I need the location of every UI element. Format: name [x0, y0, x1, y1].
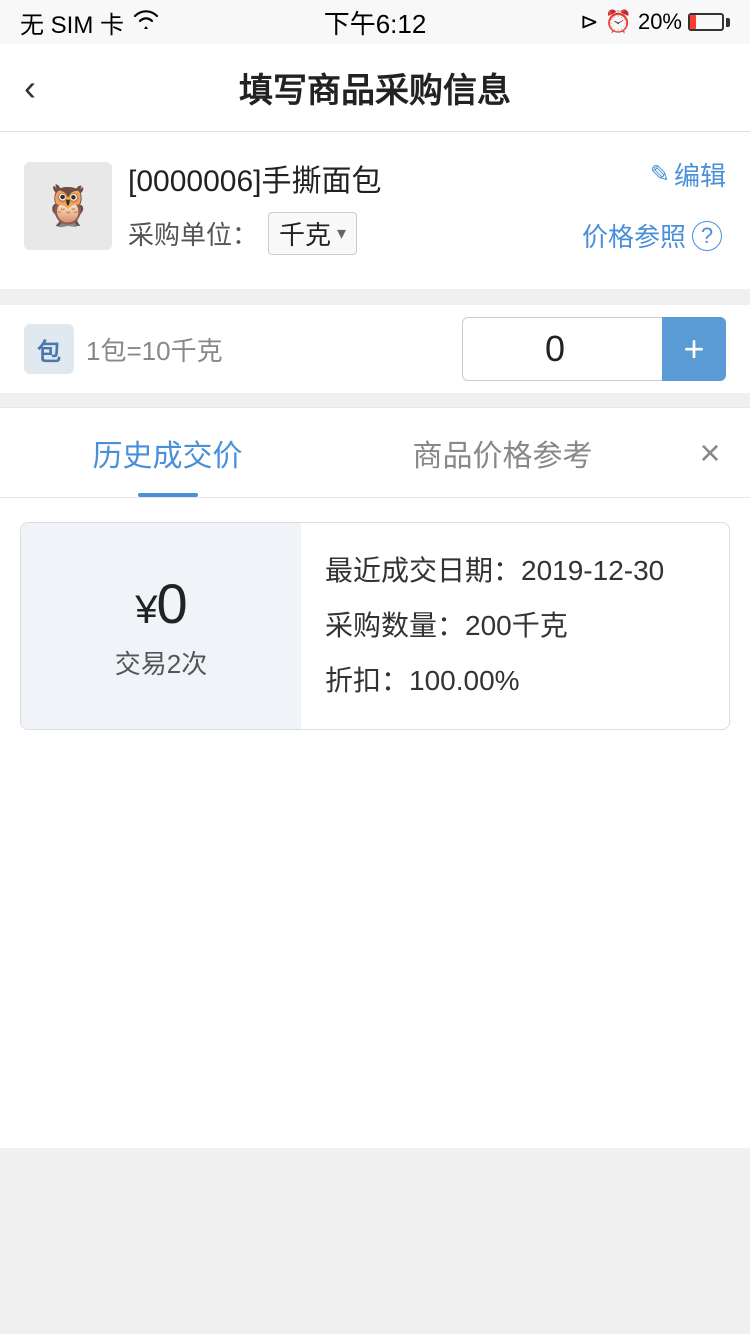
quantity-value: 200千克: [465, 610, 568, 641]
tabs-close-button[interactable]: ×: [670, 408, 750, 497]
price-ref-row: 价格参照 ?: [582, 217, 726, 254]
wifi-icon: [132, 8, 160, 37]
nav-bar: ‹ 填写商品采购信息: [0, 44, 750, 132]
price-ref-label: 价格参照: [582, 217, 686, 254]
battery-icon: [688, 13, 730, 31]
recent-date-label: 最近成交日期：: [325, 555, 521, 586]
status-left: 无 SIM 卡: [20, 5, 160, 40]
tab-history-label: 历史成交价: [93, 431, 243, 475]
history-price: ¥0: [135, 571, 186, 636]
tab-content-history: ¥0 交易2次 最近成交日期：2019-12-30 采购数量：200千克 折扣：…: [0, 498, 750, 1148]
alarm-icon: ⏰: [605, 9, 632, 35]
status-time: 下午6:12: [324, 4, 427, 41]
edit-button[interactable]: ✎ 编辑: [650, 156, 726, 193]
history-right-panel: 最近成交日期：2019-12-30 采购数量：200千克 折扣：100.00%: [301, 523, 729, 729]
tab-product-price-label: 商品价格参考: [413, 431, 593, 475]
quantity-input[interactable]: [462, 317, 662, 381]
tab-active-indicator: [138, 493, 198, 497]
price-ref-help-icon[interactable]: ?: [692, 221, 722, 251]
history-card: ¥0 交易2次 最近成交日期：2019-12-30 采购数量：200千克 折扣：…: [20, 522, 730, 730]
product-logo-icon: 🦉: [43, 182, 93, 229]
unit-selector[interactable]: 千克 ▾: [268, 212, 357, 255]
history-transaction-count: 交易2次: [115, 644, 207, 681]
quantity-unit-badge: 包: [24, 324, 74, 374]
close-icon: ×: [699, 432, 720, 474]
page-title: 填写商品采购信息: [239, 63, 511, 112]
battery-percent: 20%: [638, 9, 682, 35]
section-divider: [0, 289, 750, 305]
quantity-label-area: 包 1包=10千克: [24, 324, 223, 374]
history-left-panel: ¥0 交易2次: [21, 523, 301, 729]
price-amount: 0: [157, 572, 187, 635]
location-icon: ⊳: [580, 9, 598, 35]
discount-value: 100.00%: [409, 665, 520, 696]
tab-product-price-ref[interactable]: 商品价格参考: [335, 408, 670, 497]
quantity-unit-text: 包: [37, 332, 61, 367]
tabs-header: 历史成交价 商品价格参考 ×: [0, 408, 750, 498]
product-thumbnail: 🦉: [24, 162, 112, 250]
quantity-input-area: +: [462, 317, 726, 381]
history-discount: 折扣：100.00%: [325, 661, 705, 700]
yen-symbol: ¥: [135, 588, 156, 632]
quantity-section: 包 1包=10千克 +: [0, 305, 750, 393]
product-info: [0000006]手撕面包 采购单位： 千克 ▾: [128, 156, 381, 255]
recent-date-value: 2019-12-30: [521, 555, 664, 586]
unit-dropdown-icon: ▾: [337, 223, 346, 244]
history-recent-date: 最近成交日期：2019-12-30: [325, 551, 705, 590]
back-button[interactable]: ‹: [14, 57, 46, 119]
unit-value: 千克: [279, 215, 331, 252]
history-quantity: 采购数量：200千克: [325, 606, 705, 645]
product-right-actions: ✎ 编辑 价格参照 ?: [582, 156, 726, 254]
status-right: ⊳ ⏰ 20%: [580, 9, 730, 35]
product-unit-row: 采购单位： 千克 ▾: [128, 212, 381, 255]
product-header: 🦉 [0000006]手撕面包 采购单位： 千克 ▾ ✎ 编辑: [24, 156, 726, 255]
edit-icon: ✎: [650, 160, 670, 189]
plus-icon: +: [683, 331, 704, 367]
status-bar: 无 SIM 卡 下午6:12 ⊳ ⏰ 20%: [0, 0, 750, 44]
product-left: 🦉 [0000006]手撕面包 采购单位： 千克 ▾: [24, 156, 381, 255]
carrier-text: 无 SIM 卡: [20, 5, 124, 40]
tab-history-price[interactable]: 历史成交价: [0, 408, 335, 497]
unit-label: 采购单位：: [128, 215, 258, 252]
quantity-plus-button[interactable]: +: [662, 317, 726, 381]
tabs-section: 历史成交价 商品价格参考 × ¥0 交易2次 最近成交日期：2019-12-30: [0, 407, 750, 1148]
product-section: 🦉 [0000006]手撕面包 采购单位： 千克 ▾ ✎ 编辑: [0, 132, 750, 289]
quantity-conversion: 1包=10千克: [86, 331, 223, 368]
edit-label: 编辑: [674, 156, 726, 193]
quantity-label: 采购数量：: [325, 610, 465, 641]
price-ref-button[interactable]: 价格参照 ?: [582, 217, 722, 254]
discount-label: 折扣：: [325, 665, 409, 696]
product-name: [0000006]手撕面包: [128, 156, 381, 200]
